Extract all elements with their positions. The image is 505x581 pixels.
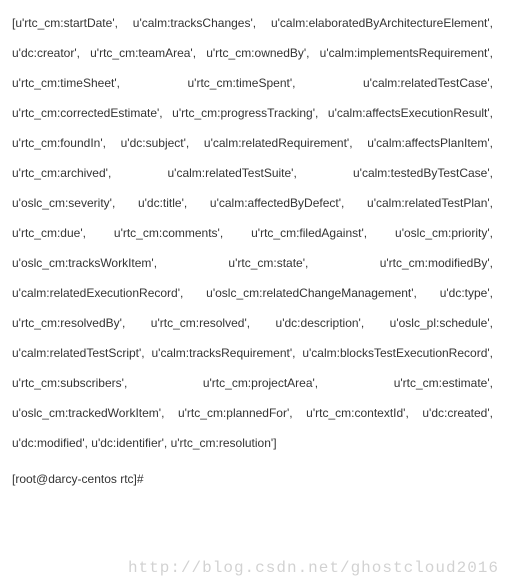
output-line: u'rtc_cm:foundIn', u'dc:subject', u'calm:r… — [12, 128, 493, 158]
list-token: u'rtc_cm:estimate', — [394, 368, 493, 398]
list-token: u'calm:affectedByDefect', — [210, 188, 344, 218]
list-token: u'rtc_cm:ownedBy', — [206, 38, 309, 68]
list-token: u'calm:tracksRequirement', — [152, 338, 296, 368]
list-token: u'calm:implementsRequirement', — [320, 38, 493, 68]
output-line: u'dc:creator', u'rtc_cm:teamArea', u'rtc_c… — [12, 38, 493, 68]
list-token: u'oslc_cm:priority', — [395, 218, 493, 248]
list-token: u'calm:relatedTestCase', — [363, 68, 493, 98]
list-token: u'calm:testedByTestCase', — [353, 158, 493, 188]
list-token: u'calm:affectsPlanItem', — [367, 128, 493, 158]
output-line: u'rtc_cm:correctedEstimate', u'rtc_cm:pro… — [12, 98, 493, 128]
output-line: u'rtc_cm:resolvedBy', u'rtc_cm:resolved',… — [12, 308, 493, 338]
list-token: u'oslc_cm:relatedChangeManagement', — [206, 278, 417, 308]
list-token: u'rtc_cm:archived', — [12, 158, 111, 188]
list-token: u'rtc_cm:projectArea', — [203, 368, 318, 398]
list-token: u'rtc_cm:timeSpent', — [188, 68, 296, 98]
output-line: u'rtc_cm:timeSheet', u'rtc_cm:timeSpent',… — [12, 68, 493, 98]
list-token: u'oslc_cm:trackedWorkItem', — [12, 398, 164, 428]
list-token: u'dc:created', — [422, 398, 493, 428]
output-line: u'oslc_cm:tracksWorkItem', u'rtc_cm:state… — [12, 248, 493, 278]
list-token: u'calm:relatedExecutionRecord', — [12, 278, 183, 308]
list-token: u'calm:relatedRequirement', — [204, 128, 353, 158]
output-line: u'calm:relatedTestScript',u'calm:tracksR… — [12, 338, 493, 368]
list-token: u'dc:modified', u'dc:identifier', u'rtc_… — [12, 428, 277, 458]
list-token: u'rtc_cm:subscribers', — [12, 368, 127, 398]
list-token: u'calm:relatedTestScript', — [12, 338, 145, 368]
list-token: u'rtc_cm:due', — [12, 218, 86, 248]
list-token: [u'rtc_cm:startDate', — [12, 8, 118, 38]
list-token: u'calm:blocksTestExecutionRecord', — [302, 338, 493, 368]
list-token: u'dc:subject', — [121, 128, 190, 158]
watermark-text: http://blog.csdn.net/ghostcloud2016 — [128, 559, 499, 577]
list-token: u'calm:relatedTestSuite', — [167, 158, 296, 188]
list-token: u'rtc_cm:teamArea', — [90, 38, 196, 68]
list-token: u'oslc_cm:severity', — [12, 188, 115, 218]
output-line: u'dc:modified', u'dc:identifier', u'rtc_… — [12, 428, 493, 458]
list-token: u'rtc_cm:resolvedBy', — [12, 308, 125, 338]
list-token: u'dc:title', — [138, 188, 187, 218]
output-line: u'oslc_cm:trackedWorkItem', u'rtc_cm:plan… — [12, 398, 493, 428]
list-token: u'dc:creator', — [12, 38, 80, 68]
terminal-output: [u'rtc_cm:startDate', u'calm:tracksChange… — [0, 0, 505, 494]
list-token: u'dc:description', — [276, 308, 365, 338]
list-token: u'calm:affectsExecutionResult', — [328, 98, 493, 128]
output-line: [u'rtc_cm:startDate', u'calm:tracksChange… — [12, 8, 493, 38]
list-token: u'rtc_cm:correctedEstimate', — [12, 98, 163, 128]
list-token: u'rtc_cm:foundIn', — [12, 128, 106, 158]
list-token: u'oslc_cm:tracksWorkItem', — [12, 248, 157, 278]
list-token: u'dc:type', — [440, 278, 493, 308]
output-line: u'rtc_cm:archived', u'calm:relatedTestSui… — [12, 158, 493, 188]
output-line: u'calm:relatedExecutionRecord', u'oslc_cm… — [12, 278, 493, 308]
list-token: u'calm:relatedTestPlan', — [367, 188, 493, 218]
shell-prompt: [root@darcy-centos rtc]# — [12, 464, 493, 494]
list-token: u'oslc_pl:schedule', — [390, 308, 493, 338]
output-line: u'rtc_cm:subscribers', u'rtc_cm:projectAr… — [12, 368, 493, 398]
list-token: u'rtc_cm:filedAgainst', — [251, 218, 367, 248]
list-token: u'rtc_cm:timeSheet', — [12, 68, 120, 98]
list-token: u'calm:tracksChanges', — [133, 8, 256, 38]
list-token: u'rtc_cm:contextId', — [306, 398, 409, 428]
output-line: u'oslc_cm:severity', u'dc:title', u'calm:a… — [12, 188, 493, 218]
list-token: u'rtc_cm:modifiedBy', — [380, 248, 493, 278]
list-token: u'rtc_cm:comments', — [114, 218, 223, 248]
list-token: u'rtc_cm:resolved', — [151, 308, 250, 338]
output-line: u'rtc_cm:due', u'rtc_cm:comments', u'rtc_c… — [12, 218, 493, 248]
list-token: u'rtc_cm:plannedFor', — [178, 398, 293, 428]
list-token: u'calm:elaboratedByArchitectureElement', — [271, 8, 493, 38]
list-token: u'rtc_cm:state', — [228, 248, 308, 278]
list-token: u'rtc_cm:progressTracking', — [172, 98, 318, 128]
